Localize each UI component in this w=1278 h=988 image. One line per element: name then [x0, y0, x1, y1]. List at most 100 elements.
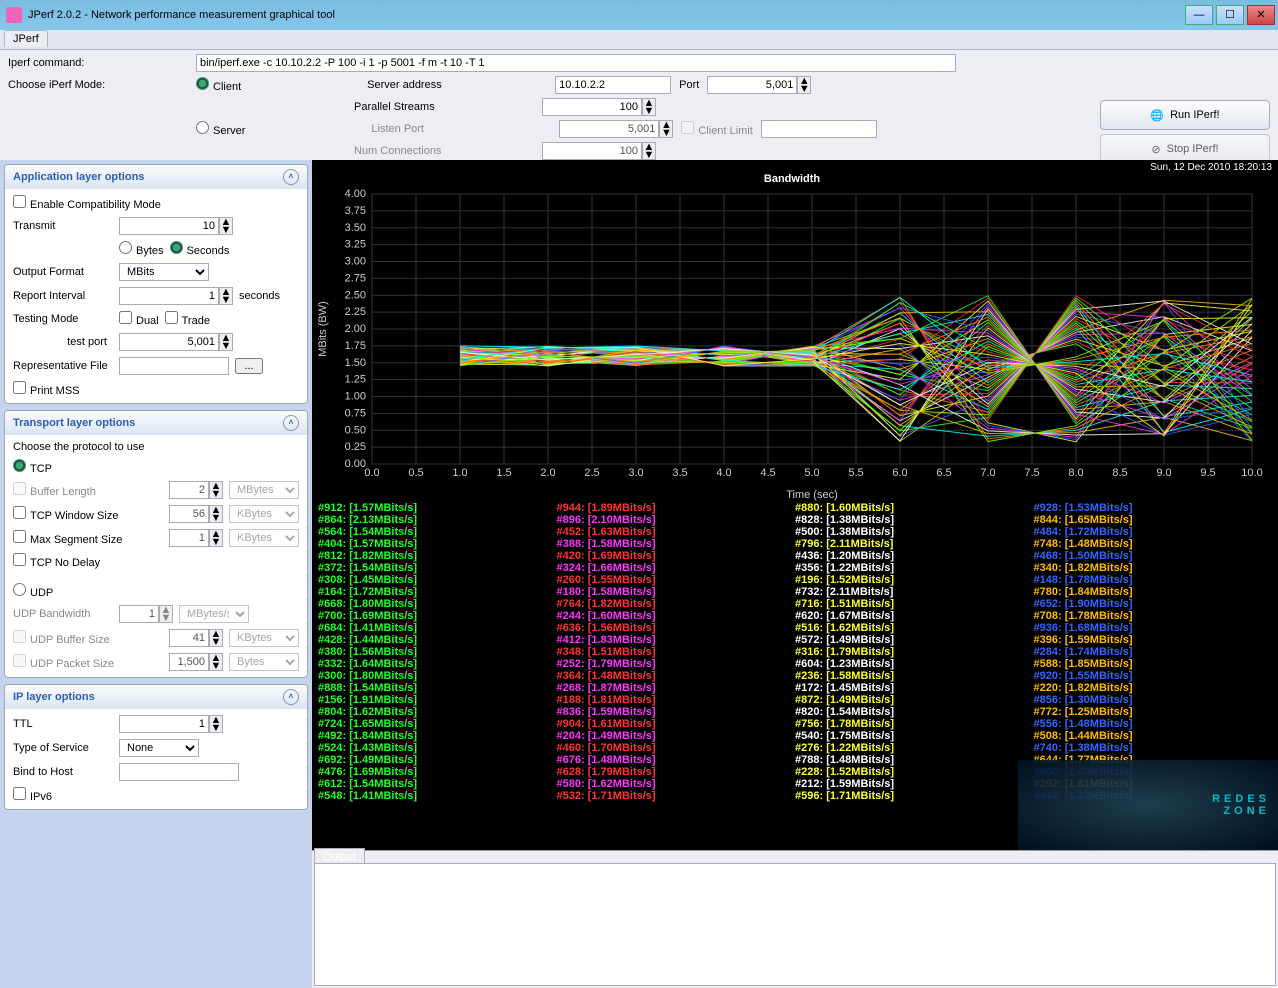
sidebar: Application layer options ˄ Enable Compat…: [0, 160, 312, 988]
tcp-radio[interactable]: TCP: [13, 459, 299, 475]
app-options-title: Application layer options: [13, 171, 144, 183]
parallel-label: Parallel Streams: [354, 101, 534, 113]
parallel-spinner[interactable]: ▲▼: [642, 98, 656, 116]
legend-entry: #660: [1.49MBits/s]: [1034, 766, 1273, 778]
legend-entry: #896: [2.10MBits/s]: [557, 514, 796, 526]
legend-entry: #700: [1.69MBits/s]: [318, 610, 557, 622]
maximize-button[interactable]: ☐: [1216, 5, 1244, 25]
num-conn-input: [542, 142, 642, 160]
minimize-button[interactable]: —: [1185, 5, 1213, 25]
legend-entry: #372: [1.54MBits/s]: [318, 562, 557, 574]
maxseg-unit: KBytes: [229, 529, 299, 547]
buflen-unit: MBytes: [229, 481, 299, 499]
ttl-input[interactable]: [119, 715, 209, 733]
bind-input[interactable]: [119, 763, 239, 781]
legend-entry: #236: [1.58MBits/s]: [795, 670, 1034, 682]
tos-select[interactable]: None: [119, 739, 199, 757]
svg-text:3.25: 3.25: [345, 239, 366, 251]
legend-entry: #412: [1.83MBits/s]: [557, 634, 796, 646]
client-limit-check: Client Limit: [681, 121, 752, 137]
testport-input[interactable]: [119, 333, 219, 351]
printmss-check[interactable]: Print MSS: [13, 381, 299, 397]
collapse-icon[interactable]: ˄: [283, 415, 299, 431]
legend-entry: #308: [1.45MBits/s]: [318, 574, 557, 586]
legend-entry: #156: [1.91MBits/s]: [318, 694, 557, 706]
port-spinner[interactable]: ▲▼: [797, 76, 811, 94]
legend-entry: #332: [1.64MBits/s]: [318, 658, 557, 670]
protocol-label: Choose the protocol to use: [13, 441, 299, 453]
legend-entry: #772: [1.25MBits/s]: [1034, 706, 1273, 718]
svg-text:0.25: 0.25: [345, 441, 366, 453]
svg-text:0.5: 0.5: [408, 467, 423, 479]
dual-check[interactable]: Dual: [119, 311, 159, 327]
run-iperf-button[interactable]: 🌐Run IPerf!: [1100, 100, 1270, 130]
svg-text:1.25: 1.25: [345, 374, 366, 386]
legend-entry: #260: [1.55MBits/s]: [557, 574, 796, 586]
svg-text:7.0: 7.0: [980, 467, 995, 479]
tab-jperf[interactable]: JPerf: [4, 30, 48, 47]
browse-button[interactable]: ...: [235, 358, 263, 374]
svg-text:Bandwidth: Bandwidth: [764, 173, 820, 185]
legend-entry: #944: [1.89MBits/s]: [557, 502, 796, 514]
window-titlebar: JPerf 2.0.2 - Network performance measur…: [0, 0, 1278, 30]
iperf-command-input[interactable]: [196, 54, 956, 72]
window-title: JPerf 2.0.2 - Network performance measur…: [28, 9, 335, 21]
collapse-icon[interactable]: ˄: [283, 169, 299, 185]
svg-text:3.5: 3.5: [672, 467, 687, 479]
tab-bar: JPerf: [0, 30, 1278, 50]
legend-entry: #856: [1.30MBits/s]: [1034, 694, 1273, 706]
port-input[interactable]: [707, 76, 797, 94]
legend-entry: #812: [1.82MBits/s]: [318, 550, 557, 562]
parallel-input[interactable]: [542, 98, 642, 116]
maxseg-check[interactable]: Max Segment Size: [13, 530, 122, 546]
legend-entry: #468: [1.50MBits/s]: [1034, 550, 1273, 562]
transmit-input[interactable]: [119, 217, 219, 235]
run-icon: 🌐: [1150, 109, 1164, 122]
rintv-input[interactable]: [119, 287, 219, 305]
tcpwin-check[interactable]: TCP Window Size: [13, 506, 118, 522]
output-text[interactable]: [596] 0.0-10.2 sec 2.09 MBytes 1.71 Mbit…: [314, 863, 1276, 986]
content-area: Sun, 12 Dec 2010 18:20:13 Bandwidth0.00.…: [312, 160, 1278, 988]
client-radio[interactable]: Client: [196, 77, 241, 93]
legend-entry: #244: [1.60MBits/s]: [557, 610, 796, 622]
legend-entry: #880: [1.60MBits/s]: [795, 502, 1034, 514]
outfmt-select[interactable]: MBits: [119, 263, 209, 281]
legend-entry: #324: [1.66MBits/s]: [557, 562, 796, 574]
legend-entry: #912: [1.57MBits/s]: [318, 502, 557, 514]
buflen-check[interactable]: Buffer Length: [13, 482, 96, 498]
svg-text:3.00: 3.00: [345, 256, 366, 268]
rintv-label: Report Interval: [13, 290, 113, 302]
legend-entry: #692: [1.49MBits/s]: [318, 754, 557, 766]
legend-entry: #644: [1.77MBits/s]: [1034, 754, 1273, 766]
legend-entry: #928: [1.53MBits/s]: [1034, 502, 1273, 514]
app-options-panel: Application layer options ˄ Enable Compat…: [4, 164, 308, 404]
svg-text:8.0: 8.0: [1068, 467, 1083, 479]
nodelay-check[interactable]: TCP No Delay: [13, 553, 299, 569]
compat-check[interactable]: Enable Compatibility Mode: [13, 195, 299, 211]
ipv6-check[interactable]: IPv6: [13, 787, 299, 803]
svg-text:4.5: 4.5: [760, 467, 775, 479]
legend-entry: #196: [1.52MBits/s]: [795, 574, 1034, 586]
collapse-icon[interactable]: ˄: [283, 689, 299, 705]
bytes-radio[interactable]: Bytes: [119, 241, 164, 257]
ip-options-panel: IP layer options˄ TTL▲▼ Type of ServiceN…: [4, 684, 308, 810]
repfile-input[interactable]: [119, 357, 229, 375]
transport-title: Transport layer options: [13, 417, 135, 429]
seconds-radio[interactable]: Seconds: [170, 241, 230, 257]
legend-entry: #340: [1.82MBits/s]: [1034, 562, 1273, 574]
trade-check[interactable]: Trade: [165, 311, 210, 327]
legend-entry: #612: [1.54MBits/s]: [318, 778, 557, 790]
svg-text:7.5: 7.5: [1024, 467, 1039, 479]
buflen-input: [169, 481, 209, 499]
server-radio[interactable]: Server: [196, 121, 245, 137]
iperf-command-label: Iperf command:: [8, 57, 188, 69]
legend-entry: #636: [1.56MBits/s]: [557, 622, 796, 634]
close-button[interactable]: ✕: [1247, 5, 1275, 25]
udppkt-check: UDP Packet Size: [13, 654, 114, 670]
legend-entry: #452: [1.63MBits/s]: [557, 526, 796, 538]
udp-radio[interactable]: UDP: [13, 583, 299, 599]
legend-entry: #420: [1.69MBits/s]: [557, 550, 796, 562]
svg-text:MBits (BW): MBits (BW): [317, 301, 329, 357]
svg-text:0.0: 0.0: [364, 467, 379, 479]
server-address-input[interactable]: [555, 76, 671, 94]
